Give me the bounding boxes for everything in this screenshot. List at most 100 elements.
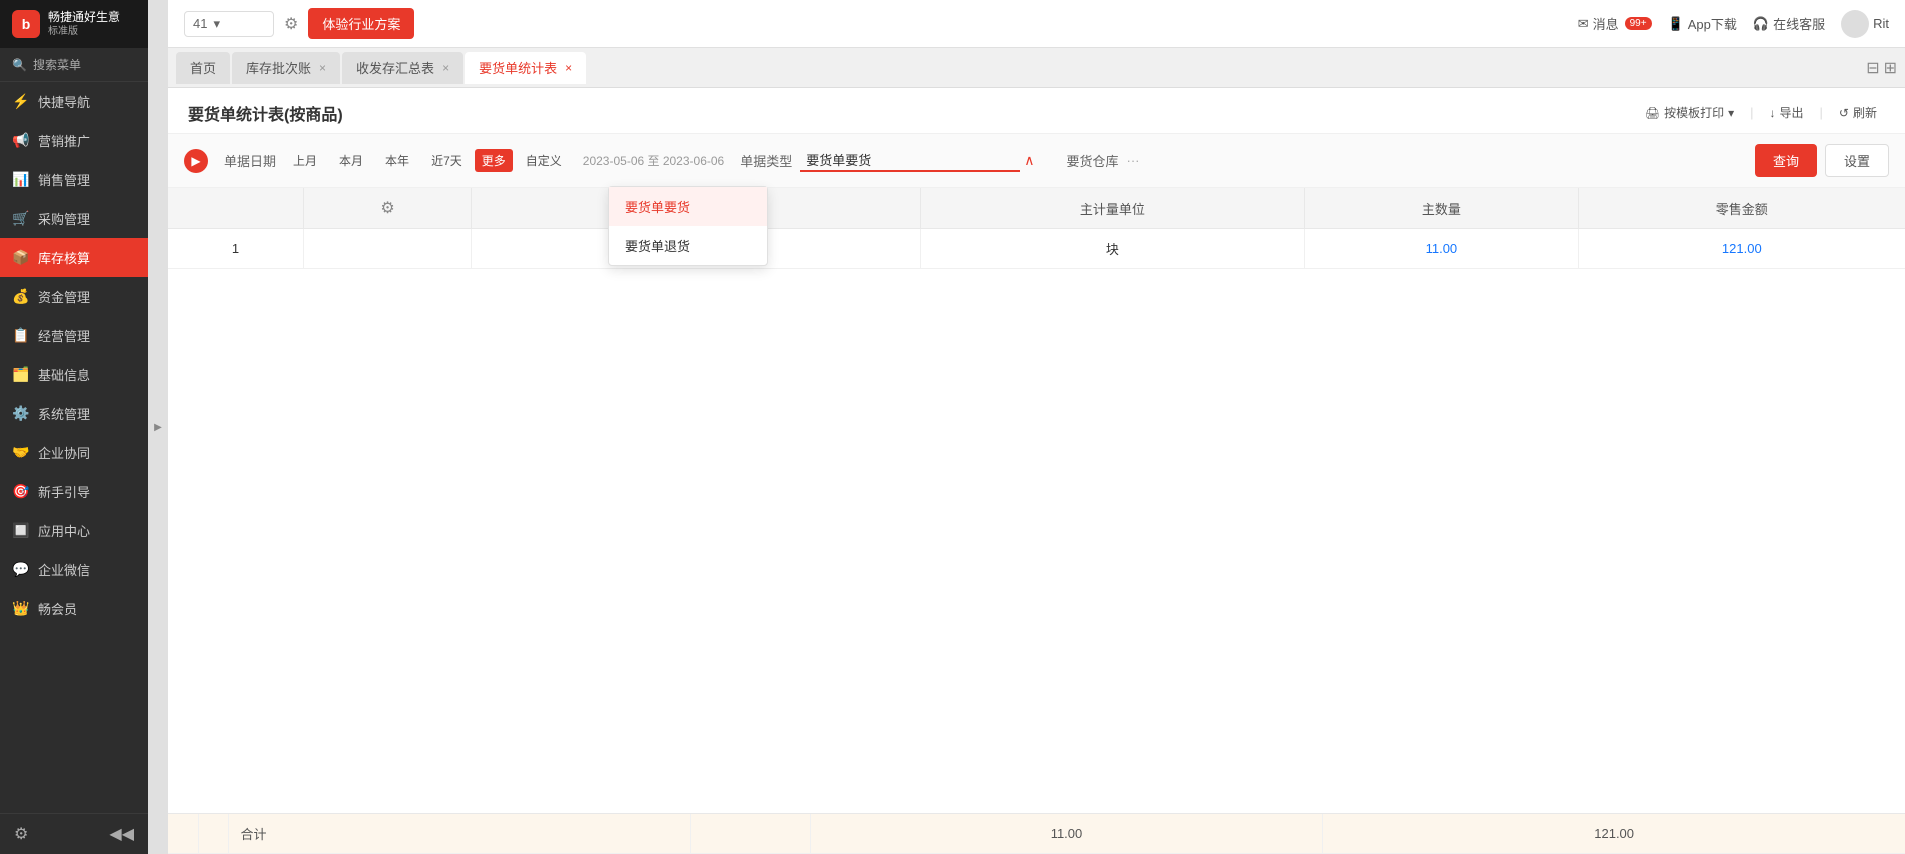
cell-unit: 块 — [920, 229, 1305, 269]
logo-icon: b — [12, 10, 40, 38]
sidebar-item-basic[interactable]: 🗂️ 基础信息 — [0, 355, 148, 394]
page-header: 要货单统计表(按商品) 🖨 按模板打印 ▾ | ↓ 导出 | ↺ 刷新 — [168, 88, 1905, 134]
finance-icon: 💰 — [12, 288, 30, 306]
tab-home-label: 首页 — [190, 58, 216, 77]
tab-home[interactable]: 首页 — [176, 52, 230, 84]
print-btn[interactable]: 🖨 按模板打印 ▾ — [1637, 100, 1742, 125]
basic-icon: 🗂️ — [12, 366, 30, 384]
date-btn-this-month[interactable]: 本月 — [330, 148, 372, 173]
sidebar-item-marketing[interactable]: 📢 营销推广 — [0, 121, 148, 160]
tab-close-batch-account[interactable]: × — [319, 61, 326, 75]
tab-batch-account-label: 库存批次账 — [246, 58, 311, 77]
sidebar-item-collab[interactable]: 🤝 企业协同 — [0, 433, 148, 472]
guide-icon: 🎯 — [12, 483, 30, 501]
messages-badge: 99+ — [1625, 17, 1652, 30]
footer-total-label: 合计 — [228, 814, 690, 854]
sidebar-item-wechat[interactable]: 💬 企业微信 — [0, 550, 148, 589]
tab-close-receipt-summary[interactable]: × — [442, 61, 449, 75]
refresh-btn[interactable]: ↺ 刷新 — [1831, 100, 1885, 125]
table-settings-icon[interactable]: ⚙ — [380, 200, 394, 217]
footer-total-quantity: 11.00 — [810, 814, 1323, 854]
minimize-btn[interactable]: ⊟ — [1866, 58, 1879, 78]
main-area: 41 ▾ ⚙ 体验行业方案 ✉ 消息 99+ 📱 App下载 🎧 在线客服 R — [168, 0, 1905, 854]
sidebar-item-system[interactable]: ⚙️ 系统管理 — [0, 394, 148, 433]
footer-total-amount: 121.00 — [1323, 814, 1905, 854]
app-sub: 标准版 — [48, 25, 120, 38]
sidebar-item-label: 畅会员 — [38, 599, 77, 618]
footer-row: 合计 11.00 121.00 — [168, 814, 1905, 854]
date-btn-more[interactable]: 更多 — [475, 149, 513, 172]
warehouse-dots-icon[interactable]: ··· — [1127, 153, 1140, 168]
online-service-btn[interactable]: 🎧 在线客服 — [1753, 14, 1825, 33]
online-service-label: 在线客服 — [1773, 14, 1825, 33]
table-header-row: ⚙ 商品 主计量单位 主数量 零售金额 — [168, 188, 1905, 229]
sidebar-item-label: 系统管理 — [38, 404, 90, 423]
type-dropdown-arrow[interactable]: ∧ — [1024, 152, 1034, 169]
sidebar-item-quick-nav[interactable]: ⚡ 快捷导航 — [0, 82, 148, 121]
inventory-icon: 📦 — [12, 249, 30, 267]
date-label: 单据日期 — [224, 151, 276, 170]
purchase-icon: 🛒 — [12, 210, 30, 228]
type-input[interactable] — [800, 149, 1020, 172]
quick-nav-icon: ⚡ — [12, 93, 30, 111]
sidebar-item-label: 企业协同 — [38, 443, 90, 462]
phone-icon: 📱 — [1668, 16, 1684, 32]
cell-quantity: 11.00 — [1305, 229, 1578, 269]
user-avatar[interactable]: Rit — [1841, 10, 1889, 38]
table-row: 1 块 11.00 121.00 — [168, 229, 1905, 269]
expand-btn[interactable]: ⊞ — [1884, 58, 1897, 78]
store-selector[interactable]: 41 ▾ — [184, 11, 274, 37]
sidebar-item-sales[interactable]: 📊 销售管理 — [0, 160, 148, 199]
dropdown-item-order-return[interactable]: 要货单退货 — [609, 226, 767, 265]
sidebar-item-purchase[interactable]: 🛒 采购管理 — [0, 199, 148, 238]
app-name: 畅捷通好生意 — [48, 10, 120, 26]
tab-batch-account[interactable]: 库存批次账 × — [232, 52, 340, 84]
col-quantity: 主数量 — [1305, 188, 1578, 229]
cell-amount: 121.00 — [1578, 229, 1905, 269]
content-area: 要货单统计表(按商品) 🖨 按模板打印 ▾ | ↓ 导出 | ↺ 刷新 — [168, 88, 1905, 854]
type-dropdown: 要货单要货 要货单退货 — [608, 186, 768, 266]
settings-icon[interactable]: ⚙ — [14, 824, 28, 844]
sidebar-item-vip[interactable]: 👑 畅会员 — [0, 589, 148, 628]
tab-close-order-summary[interactable]: × — [565, 61, 572, 75]
app-download-label: App下载 — [1688, 14, 1737, 33]
export-btn[interactable]: ↓ 导出 — [1762, 100, 1812, 125]
wechat-icon: 💬 — [12, 561, 30, 579]
sidebar-item-inventory[interactable]: 📦 库存核算 — [0, 238, 148, 277]
settings-btn[interactable]: 设置 — [1825, 144, 1889, 177]
app-logo: b 畅捷通好生意 标准版 — [0, 0, 148, 48]
search-menu[interactable]: 🔍 搜索菜单 — [0, 48, 148, 82]
sales-icon: 📊 — [12, 171, 30, 189]
avatar-img — [1841, 10, 1869, 38]
filter-expand-btn[interactable]: ▶ — [184, 149, 208, 173]
industry-btn[interactable]: 体验行业方案 — [308, 8, 414, 39]
sidebar-item-label: 采购管理 — [38, 209, 90, 228]
topbar-gear-icon[interactable]: ⚙ — [284, 14, 298, 34]
message-icon: ✉ — [1578, 16, 1589, 32]
tab-order-summary[interactable]: 要货单统计表 × — [465, 52, 586, 84]
chevron-down-icon: ▾ — [1728, 106, 1734, 120]
messages-label: 消息 — [1593, 14, 1619, 33]
export-icon: ↓ — [1770, 106, 1776, 120]
date-btn-last-7days[interactable]: 近7天 — [422, 148, 471, 173]
query-btn[interactable]: 查询 — [1755, 144, 1817, 177]
app-download-btn[interactable]: 📱 App下载 — [1668, 14, 1737, 33]
date-btn-last-month[interactable]: 上月 — [284, 148, 326, 173]
collab-icon: 🤝 — [12, 444, 30, 462]
sidebar-item-operation[interactable]: 📋 经营管理 — [0, 316, 148, 355]
sidebar-item-appstore[interactable]: 🔲 应用中心 — [0, 511, 148, 550]
type-label: 单据类型 — [740, 151, 792, 170]
sidebar-item-label: 销售管理 — [38, 170, 90, 189]
search-label: 搜索菜单 — [33, 56, 81, 73]
sidebar-item-finance[interactable]: 💰 资金管理 — [0, 277, 148, 316]
col-settings[interactable]: ⚙ — [304, 188, 472, 229]
sidebar-collapse-btn[interactable]: ▶ — [148, 0, 168, 854]
topbar: 41 ▾ ⚙ 体验行业方案 ✉ 消息 99+ 📱 App下载 🎧 在线客服 R — [168, 0, 1905, 48]
dropdown-item-order-goods[interactable]: 要货单要货 — [609, 187, 767, 226]
messages-btn[interactable]: ✉ 消息 99+ — [1578, 14, 1652, 33]
date-btn-this-year[interactable]: 本年 — [376, 148, 418, 173]
collapse-icon[interactable]: ◀◀ — [109, 824, 134, 844]
date-btn-custom[interactable]: 自定义 — [517, 148, 571, 173]
sidebar-item-guide[interactable]: 🎯 新手引导 — [0, 472, 148, 511]
tab-receipt-summary[interactable]: 收发存汇总表 × — [342, 52, 463, 84]
